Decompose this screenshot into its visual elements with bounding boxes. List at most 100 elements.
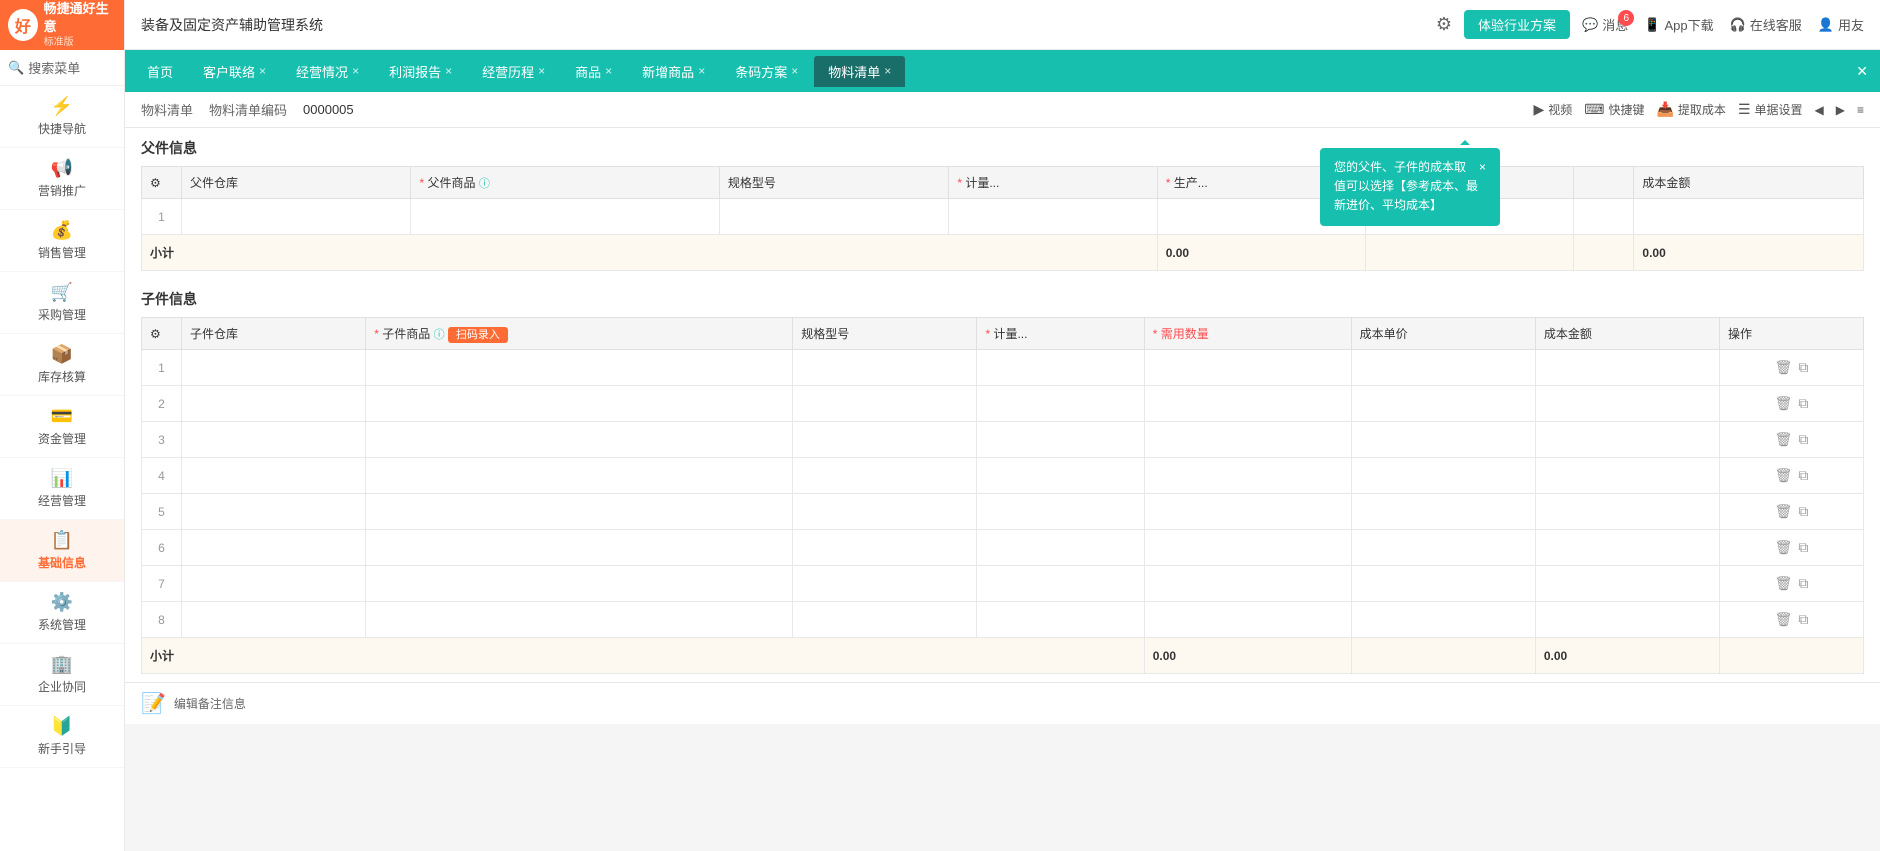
experience-btn[interactable]: 体验行业方案 (1464, 10, 1570, 39)
child-spec-cell[interactable] (793, 602, 977, 638)
child-warehouse-cell[interactable] (182, 494, 366, 530)
sidebar-item-guide[interactable]: 🔰 新手引导 (0, 706, 124, 768)
next-btn[interactable]: ▶ (1836, 103, 1845, 117)
sidebar-item-marketing[interactable]: 📢 营销推广 (0, 148, 124, 210)
child-spec-cell[interactable] (793, 458, 977, 494)
copy-icon[interactable]: ⧉ (1798, 395, 1808, 412)
parent-measure-cell[interactable] (949, 199, 1157, 235)
breadcrumb-bom-list[interactable]: 物料清单 (141, 100, 193, 119)
delete-icon[interactable]: 🗑 (1775, 503, 1793, 520)
child-qty-cell[interactable] (1144, 602, 1351, 638)
parent-spec-cell[interactable] (719, 199, 948, 235)
copy-icon[interactable]: ⧉ (1798, 359, 1808, 376)
delete-icon[interactable]: 🗑 (1775, 539, 1793, 556)
child-warehouse-cell[interactable] (182, 386, 366, 422)
tooltip-close-btn[interactable]: × (1479, 158, 1486, 177)
delete-icon[interactable]: 🗑 (1775, 575, 1793, 592)
tab-barcode[interactable]: 条码方案× (721, 56, 812, 87)
child-warehouse-cell[interactable] (182, 602, 366, 638)
child-measure-cell[interactable] (977, 350, 1144, 386)
child-qty-cell[interactable] (1144, 566, 1351, 602)
close-icon[interactable]: × (259, 64, 266, 78)
copy-icon[interactable]: ⧉ (1798, 467, 1808, 484)
parent-product-cell[interactable] (411, 199, 719, 235)
child-col-settings[interactable]: ⚙ (142, 318, 182, 350)
delete-icon[interactable]: 🗑 (1775, 395, 1793, 412)
child-spec-cell[interactable] (793, 494, 977, 530)
tab-profit[interactable]: 利润报告× (375, 56, 466, 87)
list-view-btn[interactable]: ≡ (1857, 103, 1864, 117)
parent-col-settings[interactable]: ⚙ (142, 167, 182, 199)
copy-icon[interactable]: ⧉ (1798, 539, 1808, 556)
child-warehouse-cell[interactable] (182, 566, 366, 602)
prev-btn[interactable]: ◀ (1815, 103, 1824, 117)
child-spec-cell[interactable] (793, 350, 977, 386)
child-unit-cost-cell[interactable] (1351, 350, 1535, 386)
child-unit-cost-cell[interactable] (1351, 494, 1535, 530)
child-spec-cell[interactable] (793, 566, 977, 602)
child-spec-cell[interactable] (793, 422, 977, 458)
child-product-cell[interactable] (366, 350, 793, 386)
child-warehouse-cell[interactable] (182, 422, 366, 458)
child-qty-cell[interactable] (1144, 386, 1351, 422)
delete-icon[interactable]: 🗑 (1775, 359, 1793, 376)
child-qty-cell[interactable] (1144, 530, 1351, 566)
child-product-cell[interactable] (366, 386, 793, 422)
close-icon[interactable]: × (445, 64, 452, 78)
tab-products[interactable]: 商品× (561, 56, 626, 87)
single-setting-btn[interactable]: ☰ 单据设置 (1738, 101, 1803, 118)
delete-icon[interactable]: 🗑 (1775, 467, 1793, 484)
child-unit-cost-cell[interactable] (1351, 458, 1535, 494)
close-all-tabs[interactable]: ✕ (1852, 59, 1872, 84)
bottom-note-text[interactable]: 编辑备注信息 (174, 695, 246, 712)
child-product-cell[interactable] (366, 566, 793, 602)
child-unit-cost-cell[interactable] (1351, 530, 1535, 566)
scan-input-btn[interactable]: 扫码录入 (448, 327, 508, 343)
tab-customer[interactable]: 客户联络× (189, 56, 280, 87)
sidebar-item-basic-info[interactable]: 📋 基础信息 (0, 520, 124, 582)
close-icon[interactable]: × (884, 64, 891, 78)
delete-icon[interactable]: 🗑 (1775, 611, 1793, 628)
user-btn[interactable]: 👤 用友 (1818, 15, 1864, 34)
child-product-cell[interactable] (366, 530, 793, 566)
child-measure-cell[interactable] (977, 602, 1144, 638)
sidebar-item-operations[interactable]: 📊 经营管理 (0, 458, 124, 520)
parent-warehouse-cell[interactable] (182, 199, 411, 235)
child-warehouse-cell[interactable] (182, 350, 366, 386)
sidebar-item-purchase[interactable]: 🛒 采购管理 (0, 272, 124, 334)
child-product-cell[interactable] (366, 458, 793, 494)
child-qty-cell[interactable] (1144, 458, 1351, 494)
tab-home[interactable]: 首页 (133, 56, 187, 87)
child-warehouse-cell[interactable] (182, 458, 366, 494)
app-download-btn[interactable]: 📱 App下载 (1644, 15, 1713, 34)
sidebar-item-inventory[interactable]: 📦 库存核算 (0, 334, 124, 396)
sidebar-item-finance[interactable]: 💳 资金管理 (0, 396, 124, 458)
child-measure-cell[interactable] (977, 458, 1144, 494)
child-spec-cell[interactable] (793, 530, 977, 566)
child-unit-cost-cell[interactable] (1351, 422, 1535, 458)
messages-btn[interactable]: 💬 消息 6 (1582, 15, 1628, 34)
tab-bom[interactable]: 物料清单× (814, 56, 905, 87)
child-measure-cell[interactable] (977, 530, 1144, 566)
child-measure-cell[interactable] (977, 386, 1144, 422)
tab-new-product[interactable]: 新增商品× (628, 56, 719, 87)
sidebar-item-system[interactable]: ⚙️ 系统管理 (0, 582, 124, 644)
child-qty-cell[interactable] (1144, 494, 1351, 530)
shortcut-btn[interactable]: ⌨ 快捷键 (1584, 101, 1644, 118)
close-icon[interactable]: × (352, 64, 359, 78)
sidebar-item-enterprise[interactable]: 🏢 企业协同 (0, 644, 124, 706)
cost-btn[interactable]: 📥 提取成本 (1656, 101, 1725, 118)
copy-icon[interactable]: ⧉ (1798, 431, 1808, 448)
close-icon[interactable]: × (538, 64, 545, 78)
sidebar-search[interactable]: 🔍 搜索菜单 (0, 50, 124, 86)
tab-operations[interactable]: 经营情况× (282, 56, 373, 87)
copy-icon[interactable]: ⧉ (1798, 575, 1808, 592)
child-qty-cell[interactable] (1144, 422, 1351, 458)
settings-icon[interactable]: ⚙ (1436, 14, 1452, 35)
child-product-cell[interactable] (366, 422, 793, 458)
child-measure-cell[interactable] (977, 422, 1144, 458)
child-warehouse-cell[interactable] (182, 530, 366, 566)
child-unit-cost-cell[interactable] (1351, 566, 1535, 602)
online-service-btn[interactable]: 🎧 在线客服 (1730, 15, 1802, 34)
child-spec-cell[interactable] (793, 386, 977, 422)
